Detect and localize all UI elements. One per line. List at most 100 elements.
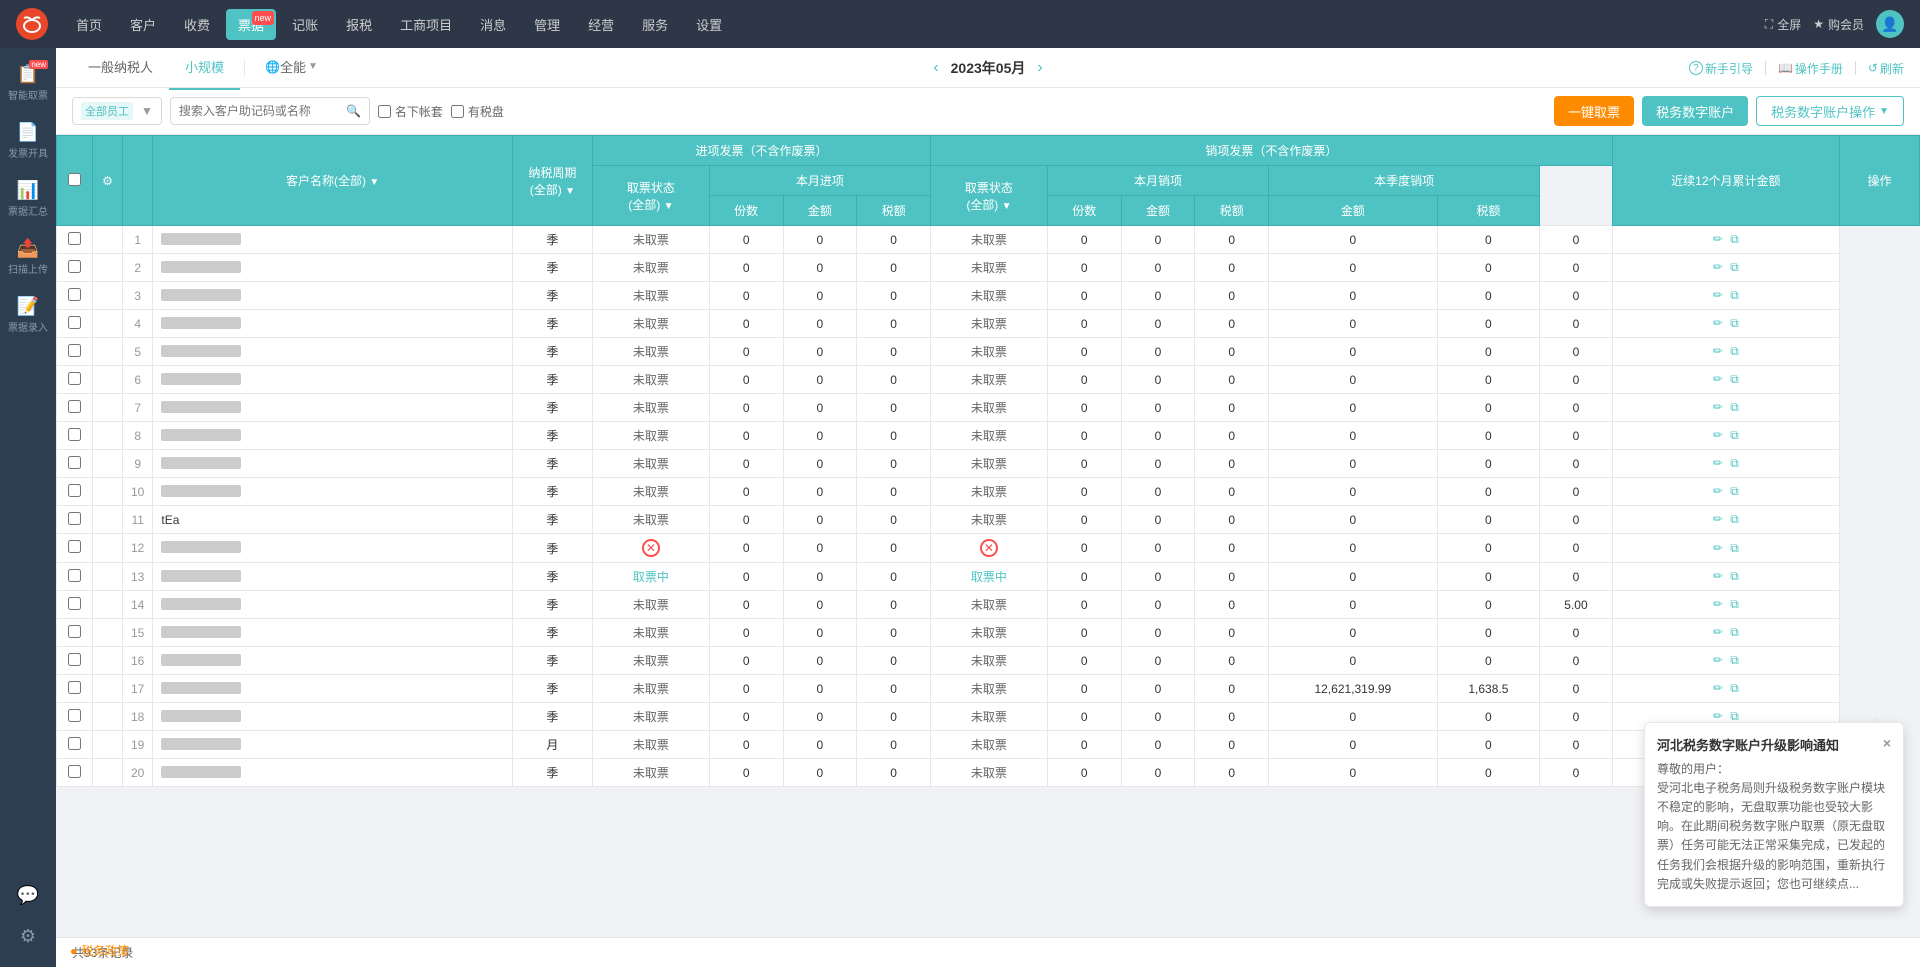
row-checkbox-cell[interactable]: [57, 731, 93, 759]
edit-icon[interactable]: ✏: [1713, 653, 1723, 667]
copy-icon[interactable]: ⧉: [1730, 316, 1739, 330]
member-btn[interactable]: ★ 购会员: [1813, 16, 1864, 33]
sidebar-item-chat[interactable]: 💬: [4, 877, 52, 914]
edit-icon[interactable]: ✏: [1713, 316, 1723, 330]
row-income-status-cell[interactable]: 未取票: [592, 338, 709, 366]
sidebar-item-settings[interactable]: ⚙: [4, 918, 52, 955]
row-checkbox-cell[interactable]: [57, 619, 93, 647]
copy-icon[interactable]: ⧉: [1730, 541, 1739, 555]
row-checkbox[interactable]: [68, 709, 81, 722]
row-checkbox-cell[interactable]: [57, 450, 93, 478]
nav-fees[interactable]: 收费: [172, 9, 222, 40]
sub-tab-small-scale[interactable]: 小规模: [169, 48, 240, 90]
row-checkbox[interactable]: [68, 737, 81, 750]
search-icon[interactable]: 🔍: [346, 104, 361, 118]
row-checkbox[interactable]: [68, 400, 81, 413]
row-income-status-cell[interactable]: 未取票: [592, 478, 709, 506]
employee-filter[interactable]: 全部员工 ▼: [72, 97, 162, 125]
row-income-status-cell[interactable]: 未取票: [592, 422, 709, 450]
user-avatar[interactable]: 👤: [1876, 10, 1904, 38]
manual-link[interactable]: 📖 操作手册: [1778, 60, 1843, 77]
row-sales-status-cell[interactable]: 未取票: [931, 759, 1048, 787]
row-sales-status-cell[interactable]: 未取票: [931, 394, 1048, 422]
subordinate-checkbox[interactable]: [378, 105, 391, 118]
row-income-status-cell[interactable]: 未取票: [592, 310, 709, 338]
row-checkbox-cell[interactable]: [57, 366, 93, 394]
row-income-status-cell[interactable]: 未取票: [592, 675, 709, 703]
select-all-checkbox[interactable]: [68, 173, 81, 186]
edit-icon[interactable]: ✏: [1713, 400, 1723, 414]
edit-icon[interactable]: ✏: [1713, 569, 1723, 583]
copy-icon[interactable]: ⧉: [1730, 232, 1739, 246]
edit-icon[interactable]: ✏: [1713, 372, 1723, 386]
row-checkbox-cell[interactable]: [57, 647, 93, 675]
sub-tab-general[interactable]: 一般纳税人: [72, 48, 169, 90]
copy-icon[interactable]: ⧉: [1730, 344, 1739, 358]
row-checkbox-cell[interactable]: [57, 591, 93, 619]
row-checkbox-cell[interactable]: [57, 534, 93, 563]
row-checkbox-cell[interactable]: [57, 394, 93, 422]
sidebar-item-invoice-summary[interactable]: 📊 票据汇总: [4, 172, 52, 226]
row-checkbox[interactable]: [68, 316, 81, 329]
fullscreen-btn[interactable]: ⛶ 全屏: [1765, 16, 1801, 33]
sidebar-item-invoice-open[interactable]: 📄 发票开具: [4, 114, 52, 168]
row-sales-status-cell[interactable]: 未取票: [931, 647, 1048, 675]
edit-icon[interactable]: ✏: [1713, 709, 1723, 723]
row-income-status-cell[interactable]: 未取票: [592, 703, 709, 731]
edit-icon[interactable]: ✏: [1713, 260, 1723, 274]
copy-icon[interactable]: ⧉: [1730, 569, 1739, 583]
row-checkbox[interactable]: [68, 344, 81, 357]
edit-icon[interactable]: ✏: [1713, 428, 1723, 442]
row-checkbox[interactable]: [68, 484, 81, 497]
row-sales-status-cell[interactable]: 未取票: [931, 478, 1048, 506]
row-income-status-cell[interactable]: 未取票: [592, 591, 709, 619]
edit-icon[interactable]: ✏: [1713, 512, 1723, 526]
notification-close-btn[interactable]: ×: [1883, 735, 1891, 754]
nav-accounting[interactable]: 记账: [280, 9, 330, 40]
row-checkbox[interactable]: [68, 653, 81, 666]
row-checkbox-cell[interactable]: [57, 506, 93, 534]
row-checkbox-cell[interactable]: [57, 422, 93, 450]
tax-digital-account-btn[interactable]: 税务数字账户: [1642, 96, 1748, 126]
row-checkbox-cell[interactable]: [57, 759, 93, 787]
nav-services[interactable]: 服务: [630, 9, 680, 40]
edit-icon[interactable]: ✏: [1713, 456, 1723, 470]
row-checkbox-cell[interactable]: [57, 478, 93, 506]
copy-icon[interactable]: ⧉: [1730, 288, 1739, 302]
copy-icon[interactable]: ⧉: [1730, 653, 1739, 667]
row-checkbox-cell[interactable]: [57, 310, 93, 338]
row-checkbox[interactable]: [68, 569, 81, 582]
copy-icon[interactable]: ⧉: [1730, 372, 1739, 386]
row-income-status-cell[interactable]: 未取票: [592, 282, 709, 310]
row-sales-status-cell[interactable]: ✕: [931, 534, 1048, 563]
copy-icon[interactable]: ⧉: [1730, 681, 1739, 695]
row-checkbox[interactable]: [68, 288, 81, 301]
col-settings-icon[interactable]: ⚙: [102, 174, 113, 188]
row-checkbox[interactable]: [68, 456, 81, 469]
row-checkbox[interactable]: [68, 681, 81, 694]
row-income-status-cell[interactable]: 未取票: [592, 254, 709, 282]
row-checkbox[interactable]: [68, 512, 81, 525]
col-client-name[interactable]: 客户名称(全部) ▼: [153, 136, 513, 226]
edit-icon[interactable]: ✏: [1713, 288, 1723, 302]
row-sales-status-cell[interactable]: 取票中: [931, 563, 1048, 591]
row-income-status-cell[interactable]: 未取票: [592, 647, 709, 675]
copy-icon[interactable]: ⧉: [1730, 260, 1739, 274]
row-sales-status-cell[interactable]: 未取票: [931, 366, 1048, 394]
row-income-status-cell[interactable]: 未取票: [592, 450, 709, 478]
row-checkbox-cell[interactable]: [57, 675, 93, 703]
row-sales-status-cell[interactable]: 未取票: [931, 591, 1048, 619]
row-income-status-cell[interactable]: 未取票: [592, 759, 709, 787]
sidebar-item-smart-ticket[interactable]: 📋 智能取票: [4, 56, 52, 110]
nav-home[interactable]: 首页: [64, 9, 114, 40]
row-checkbox[interactable]: [68, 540, 81, 553]
edit-icon[interactable]: ✏: [1713, 625, 1723, 639]
next-month-btn[interactable]: ›: [1037, 59, 1042, 77]
row-checkbox-cell[interactable]: [57, 703, 93, 731]
sub-tab-all[interactable]: 🌐 全能 ▼: [249, 48, 334, 90]
copy-icon[interactable]: ⧉: [1730, 597, 1739, 611]
nav-invoices[interactable]: 票据 new: [226, 9, 276, 40]
sidebar-item-scan-upload[interactable]: 📤 扫描上传: [4, 230, 52, 284]
row-checkbox[interactable]: [68, 260, 81, 273]
row-checkbox-cell[interactable]: [57, 254, 93, 282]
